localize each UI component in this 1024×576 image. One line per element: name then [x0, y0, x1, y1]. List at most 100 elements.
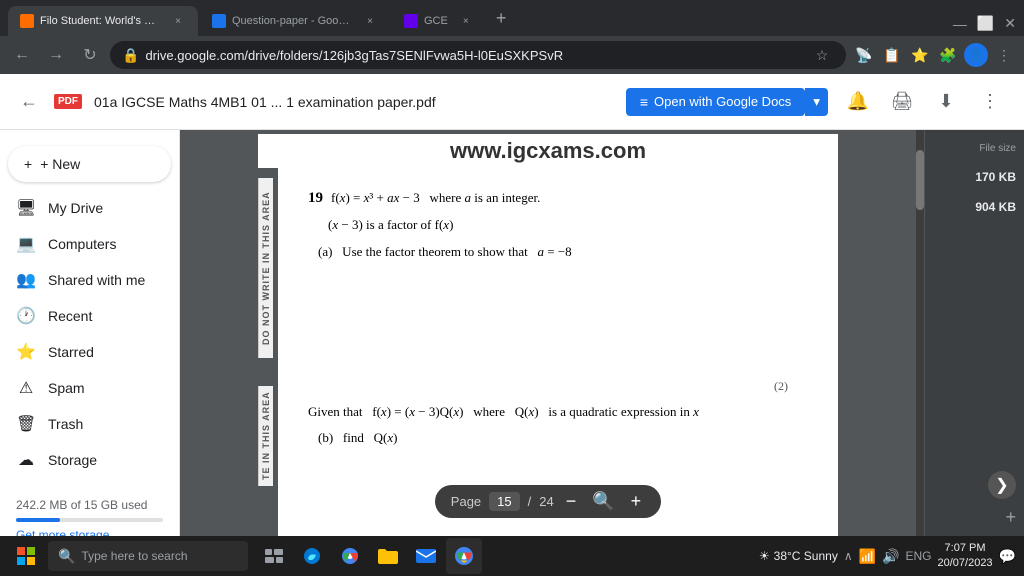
storage-info: 242.2 MB of 15 GB used Get more storage	[0, 486, 179, 536]
cast-icon[interactable]: 📡	[852, 43, 876, 67]
marks-a: (2)	[308, 379, 788, 394]
download-icon[interactable]: ⬇	[928, 84, 964, 120]
size2-row: 904 KB	[933, 198, 1016, 216]
close-button[interactable]: ✕	[1004, 15, 1016, 32]
add-panel-button[interactable]: +	[1005, 507, 1016, 528]
taskbar-search-box[interactable]: 🔍 Type here to search	[48, 541, 248, 571]
sidebar-item-spam[interactable]: ⚠ Spam	[0, 370, 163, 406]
f-definition: f(x) = x³ + ax − 3 where a is an integer…	[331, 188, 540, 209]
factor-statement: (x − 3) is a factor of f(x)	[328, 215, 808, 236]
side-label-top: DO NOT WRITE IN THIS AREA	[258, 178, 273, 358]
taskbar-search-icon: 🔍	[58, 548, 75, 565]
taskbar-clock: 7:07 PM 20/07/2023	[938, 541, 993, 572]
sidebar-item-storage[interactable]: ☁ Storage	[0, 442, 163, 478]
screen-share-icon[interactable]: 📋	[880, 43, 904, 67]
docs-icon: ≡	[640, 94, 648, 110]
print-icon[interactable]: 🖨	[884, 84, 920, 120]
tab-2[interactable]: Question-paper - Google Drive ×	[200, 6, 390, 36]
bookmark-icon[interactable]: ☆	[810, 43, 834, 67]
storage-text: 242.2 MB of 15 GB used	[16, 498, 147, 512]
pdf-scroll-thumb[interactable]	[916, 150, 924, 210]
sidebar-item-trash-label: Trash	[48, 416, 83, 432]
back-button[interactable]: ←	[8, 41, 36, 69]
chrome-app[interactable]	[332, 538, 368, 574]
get-more-storage-link[interactable]: Get more storage	[16, 528, 163, 536]
restore-button[interactable]: ⬜	[977, 15, 994, 32]
zoom-out-button[interactable]: −	[562, 491, 581, 512]
new-button[interactable]: + + New	[8, 146, 171, 182]
sidebar-item-my-drive[interactable]: 🖥 My Drive	[0, 190, 163, 226]
tab-1-label: Filo Student: World's Only Li	[40, 15, 160, 27]
taskview-icon	[265, 549, 283, 563]
zoom-in-button[interactable]: +	[627, 491, 646, 512]
file-size-label-row: File size	[933, 138, 1016, 156]
page-separator: /	[528, 494, 532, 509]
tab-2-close[interactable]: ×	[362, 13, 378, 29]
open-with-dropdown-button[interactable]: ▾	[805, 88, 828, 116]
minimize-button[interactable]: —	[953, 16, 967, 32]
browser-frame: Filo Student: World's Only Li × Question…	[0, 0, 1024, 576]
taskbar-search-text: Type here to search	[81, 549, 187, 563]
star-icon[interactable]: ⭐	[908, 43, 932, 67]
drive-back-button[interactable]: ←	[16, 87, 42, 116]
more-options-icon[interactable]: ⋮	[972, 84, 1008, 120]
weather-widget: ☀ 38°C Sunny	[759, 549, 838, 563]
mail-app[interactable]	[408, 538, 444, 574]
start-button[interactable]	[8, 538, 44, 574]
forward-button[interactable]: →	[42, 41, 70, 69]
open-with-google-docs-button[interactable]: ≡ Open with Google Docs	[626, 88, 805, 116]
expand-panel-button[interactable]: ❯	[988, 471, 1016, 499]
sidebar-item-shared[interactable]: 👥 Shared with me	[0, 262, 163, 298]
lock-icon: 🔒	[122, 47, 139, 64]
new-label: + New	[40, 156, 80, 172]
sidebar-item-starred[interactable]: ⭐ Starred	[0, 334, 163, 370]
pdf-nav-bar: Page 15 / 24 − 🔍 +	[435, 485, 661, 518]
tab-3-close[interactable]: ×	[458, 13, 474, 29]
notifications-icon[interactable]: 🔔	[840, 84, 876, 120]
pdf-icon: PDF	[54, 94, 82, 109]
taskview-button[interactable]	[256, 538, 292, 574]
file-size-value: 170 KB	[975, 170, 1016, 184]
address-box[interactable]: 🔒 drive.google.com/drive/folders/126jb3g…	[110, 41, 846, 69]
windows-icon	[17, 547, 35, 565]
address-text: drive.google.com/drive/folders/126jb3gTa…	[145, 48, 804, 63]
pdf-scrollbar[interactable]	[916, 130, 924, 536]
drive-icon: 🖥	[16, 198, 36, 218]
part-a: (a) Use the factor theorem to show that …	[318, 242, 808, 263]
sidebar-item-trash[interactable]: 🗑 Trash	[0, 406, 163, 442]
pdf-content-wrapper: DO NOT WRITE IN THIS AREA TE IN THIS ARE…	[258, 168, 838, 536]
chrome-taskbar-icon	[455, 547, 473, 565]
tab-3[interactable]: GCE ×	[392, 6, 486, 36]
tab-1-favicon	[20, 14, 34, 28]
page-current[interactable]: 15	[489, 492, 519, 511]
folder-icon	[378, 548, 398, 564]
chrome-taskbar-app[interactable]	[446, 538, 482, 574]
edge-app[interactable]	[294, 538, 330, 574]
file-size-label: File size	[979, 143, 1016, 154]
profile-icon[interactable]: 👤	[964, 43, 988, 67]
page-label: Page	[451, 494, 481, 509]
tab-1-close[interactable]: ×	[170, 13, 186, 29]
network-icon[interactable]: 📶	[859, 548, 876, 565]
question-number: 19	[308, 190, 323, 207]
tab-1[interactable]: Filo Student: World's Only Li ×	[8, 6, 198, 36]
sidebar-item-computers[interactable]: 💻 Computers	[0, 226, 163, 262]
extension-icon[interactable]: 🧩	[936, 43, 960, 67]
zoom-icon-button[interactable]: 🔍	[588, 491, 618, 512]
tray-arrow[interactable]: ∧	[844, 549, 853, 563]
new-tab-button[interactable]: +	[488, 8, 515, 29]
volume-icon[interactable]: 🔊	[882, 548, 899, 565]
storage-bar	[16, 518, 163, 522]
lang-label: ENG	[905, 549, 931, 563]
taskbar-tray: ☀ 38°C Sunny ∧ 📶 🔊 ENG 7:07 PM 20/07/202…	[759, 541, 1016, 572]
edge-icon	[303, 547, 321, 565]
sidebar-item-storage-label: Storage	[48, 452, 97, 468]
menu-icon[interactable]: ⋮	[992, 43, 1016, 67]
reload-button[interactable]: ↻	[76, 41, 104, 69]
sidebar-item-my-drive-label: My Drive	[48, 200, 103, 216]
notifications-badge[interactable]: 💬	[999, 548, 1016, 565]
sidebar-item-recent[interactable]: 🕐 Recent	[0, 298, 163, 334]
folder-app[interactable]	[370, 538, 406, 574]
tab-2-label: Question-paper - Google Drive	[232, 15, 352, 27]
given-text: Given that f(x) = (x − 3)Q(x) where Q(x)…	[308, 402, 808, 423]
